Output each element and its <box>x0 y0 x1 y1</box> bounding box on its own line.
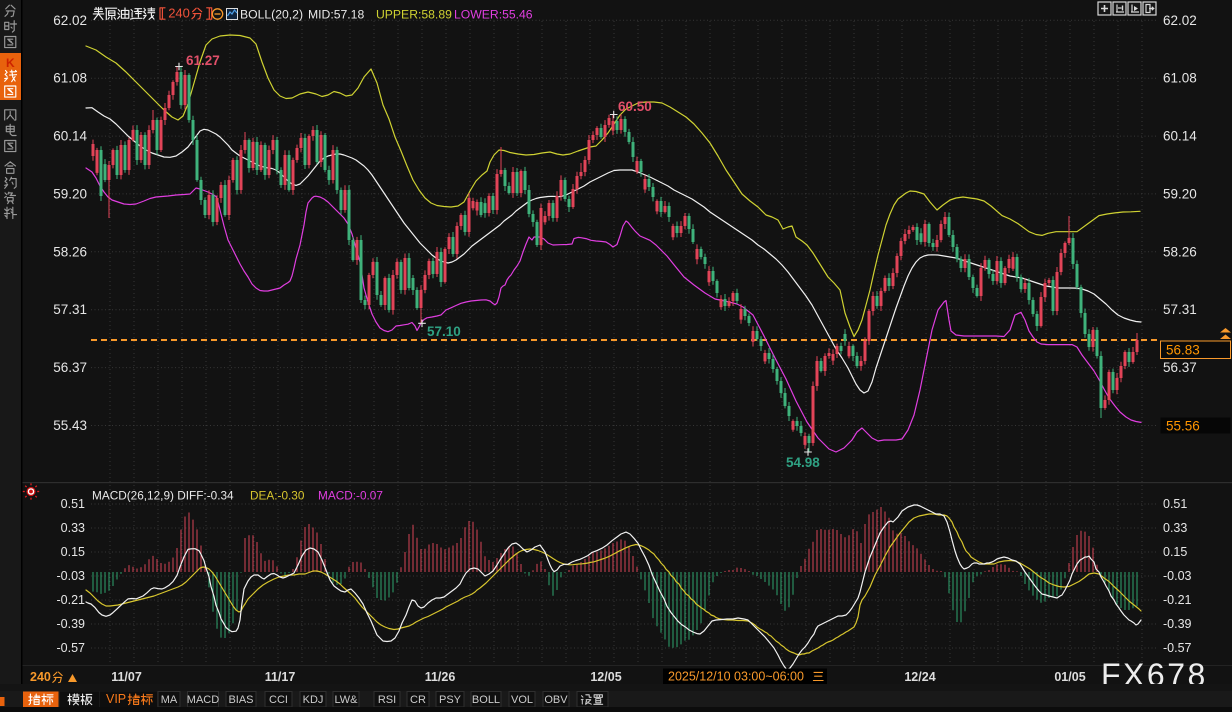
svg-text:MACD: MACD <box>187 694 219 706</box>
svg-text:60.14: 60.14 <box>53 129 87 144</box>
svg-text:LW&: LW& <box>334 694 358 706</box>
svg-text:57.10: 57.10 <box>427 324 461 339</box>
svg-text:57.31: 57.31 <box>1163 302 1197 317</box>
svg-text:60.50: 60.50 <box>618 99 652 114</box>
svg-text:-0.03: -0.03 <box>1163 569 1192 583</box>
svg-text:BOLL(20,2): BOLL(20,2) <box>240 8 303 22</box>
svg-text:-0.57: -0.57 <box>1163 641 1192 655</box>
svg-text:-0.21: -0.21 <box>1163 593 1192 607</box>
svg-text:RSI: RSI <box>378 694 396 706</box>
svg-text:240: 240 <box>168 6 190 21</box>
svg-text:60.14: 60.14 <box>1163 129 1197 144</box>
svg-text:2025/12/10 03:00~06:00: 2025/12/10 03:00~06:00 <box>668 670 804 684</box>
svg-text:54.98: 54.98 <box>786 455 820 470</box>
svg-text:59.20: 59.20 <box>53 186 87 201</box>
svg-text:K: K <box>6 56 15 70</box>
svg-text:61.08: 61.08 <box>53 71 87 86</box>
svg-text:12/05: 12/05 <box>590 670 621 684</box>
svg-text:BOLL: BOLL <box>472 694 500 706</box>
svg-text:-0.21: -0.21 <box>57 593 86 607</box>
svg-text:LOWER:55.46: LOWER:55.46 <box>454 8 533 22</box>
svg-text:VOL: VOL <box>511 694 533 706</box>
svg-text:0.33: 0.33 <box>1163 521 1187 535</box>
svg-text:BIAS: BIAS <box>228 694 253 706</box>
svg-text:MA: MA <box>161 694 178 706</box>
svg-text:-0.39: -0.39 <box>1163 617 1192 631</box>
svg-text:59.20: 59.20 <box>1163 186 1197 201</box>
svg-text:0.51: 0.51 <box>61 497 85 511</box>
svg-text:-0.39: -0.39 <box>57 617 86 631</box>
svg-text:62.02: 62.02 <box>53 13 87 28</box>
svg-text:CR: CR <box>410 694 426 706</box>
svg-text:56.37: 56.37 <box>1163 360 1197 375</box>
svg-text:11/07: 11/07 <box>111 670 142 684</box>
svg-text:11/26: 11/26 <box>425 670 456 684</box>
svg-text:-0.03: -0.03 <box>57 569 86 583</box>
svg-text:56.83: 56.83 <box>1166 343 1200 358</box>
svg-text:01/05: 01/05 <box>1054 670 1085 684</box>
svg-text:PSY: PSY <box>439 694 462 706</box>
svg-text:MACD(26,12,9) DIFF:-0.34: MACD(26,12,9) DIFF:-0.34 <box>92 489 234 503</box>
svg-text:56.37: 56.37 <box>53 360 87 375</box>
svg-text:57.31: 57.31 <box>53 302 87 317</box>
svg-text:61.08: 61.08 <box>1163 71 1197 86</box>
svg-text:61.27: 61.27 <box>186 53 220 68</box>
svg-text:DEA:-0.30: DEA:-0.30 <box>250 489 305 503</box>
svg-text:0.15: 0.15 <box>1163 545 1187 559</box>
svg-text:12/24: 12/24 <box>904 670 935 684</box>
svg-text:OBV: OBV <box>544 694 568 706</box>
svg-text:240: 240 <box>30 670 51 684</box>
svg-text:55.56: 55.56 <box>1166 419 1200 434</box>
svg-text:58.26: 58.26 <box>1163 244 1197 259</box>
svg-text:MID:57.18: MID:57.18 <box>308 8 364 22</box>
svg-text:0.33: 0.33 <box>61 521 85 535</box>
svg-text:11/17: 11/17 <box>265 670 296 684</box>
svg-text:MACD:-0.07: MACD:-0.07 <box>318 489 383 503</box>
svg-text:KDJ: KDJ <box>303 694 324 706</box>
svg-text:VIP: VIP <box>106 692 126 706</box>
svg-text:62.02: 62.02 <box>1163 13 1197 28</box>
svg-text:58.26: 58.26 <box>53 244 87 259</box>
svg-text:55.43: 55.43 <box>53 418 87 433</box>
svg-text:0.51: 0.51 <box>1163 497 1187 511</box>
svg-text:0.15: 0.15 <box>61 545 85 559</box>
svg-text:UPPER:58.89: UPPER:58.89 <box>376 8 452 22</box>
svg-text:-0.57: -0.57 <box>57 641 86 655</box>
svg-text:CCI: CCI <box>269 694 288 706</box>
